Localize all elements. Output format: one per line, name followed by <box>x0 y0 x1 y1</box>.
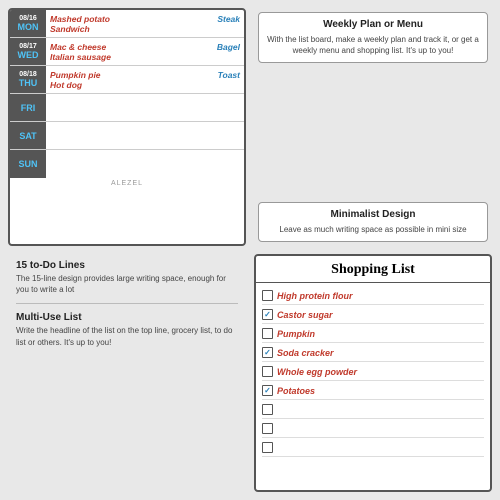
food-thu-main: Pumpkin pie <box>50 70 101 80</box>
features-divider <box>16 303 238 304</box>
shopping-item-3: Pumpkin <box>262 325 484 343</box>
multi-use-section: Multi-Use List Write the headline of the… <box>16 312 238 347</box>
item-text-1: High protein flour <box>277 291 353 301</box>
checkbox-3[interactable] <box>262 328 273 339</box>
checkbox-8[interactable] <box>262 423 273 434</box>
weekly-planner: 08/16 MON Mashed potato Steak Sandwich 0… <box>8 8 246 246</box>
info-panel: Weekly Plan or Menu With the list board,… <box>254 8 492 246</box>
shopping-list-title: Shopping List <box>256 256 490 283</box>
day-cell-mon: 08/16 MON <box>10 10 46 37</box>
weekly-plan-text: With the list board, make a weekly plan … <box>267 34 479 56</box>
weekly-plan-title: Weekly Plan or Menu <box>267 19 479 30</box>
content-wed: Mac & cheese Bagel Italian sausage <box>46 38 244 65</box>
checkbox-2[interactable] <box>262 309 273 320</box>
day-cell-fri: FRI <box>10 94 46 121</box>
planner-row-fri: FRI <box>10 94 244 122</box>
shopping-item-9: . <box>262 439 484 457</box>
shopping-item-2: Castor sugar <box>262 306 484 324</box>
food-line-thu-2: Hot dog <box>50 80 240 90</box>
food-mon-side: Steak <box>217 14 240 24</box>
item-text-3: Pumpkin <box>277 329 315 339</box>
content-sat <box>46 122 244 149</box>
todo-lines-title: 15 to-Do Lines <box>16 260 238 271</box>
shopping-item-7: . <box>262 401 484 419</box>
day-thu: THU <box>19 78 38 88</box>
food-line-thu-1: Pumpkin pie Toast <box>50 70 240 80</box>
content-thu: Pumpkin pie Toast Hot dog <box>46 66 244 93</box>
shopping-list: Shopping List High protein flour Castor … <box>254 254 492 492</box>
checkbox-4[interactable] <box>262 347 273 358</box>
features-panel: 15 to-Do Lines The 15-line design provid… <box>8 254 246 492</box>
planner-row-wed: 08/17 WED Mac & cheese Bagel Italian sau… <box>10 38 244 66</box>
todo-lines-section: 15 to-Do Lines The 15-line design provid… <box>16 260 238 295</box>
planner-row-sat: SAT <box>10 122 244 150</box>
day-cell-sun: SUN <box>10 150 46 178</box>
food-thu-sub: Hot dog <box>50 80 82 90</box>
minimalist-design-title: Minimalist Design <box>267 209 479 220</box>
food-wed-sub: Italian sausage <box>50 52 111 62</box>
day-wed: WED <box>18 50 39 60</box>
todo-lines-text: The 15-line design provides large writin… <box>16 273 238 295</box>
date-wed: 08/17 <box>19 43 37 50</box>
food-line-mon-2: Sandwich <box>50 24 240 34</box>
item-text-8: . <box>277 424 280 434</box>
brand-label: ALEZEL <box>10 178 244 189</box>
multi-use-title: Multi-Use List <box>16 312 238 323</box>
item-text-4: Soda cracker <box>277 348 334 358</box>
minimalist-design-box: Minimalist Design Leave as much writing … <box>258 202 488 242</box>
checkbox-6[interactable] <box>262 385 273 396</box>
day-cell-wed: 08/17 WED <box>10 38 46 65</box>
food-mon-main: Mashed potato <box>50 14 110 24</box>
day-cell-thu: 08/18 THU <box>10 66 46 93</box>
shopping-item-6: Potatoes <box>262 382 484 400</box>
food-mon-sub: Sandwich <box>50 24 90 34</box>
day-cell-sat: SAT <box>10 122 46 149</box>
content-mon: Mashed potato Steak Sandwich <box>46 10 244 37</box>
food-line-wed-2: Italian sausage <box>50 52 240 62</box>
item-text-9: . <box>277 443 280 453</box>
food-line-wed-1: Mac & cheese Bagel <box>50 42 240 52</box>
checkbox-1[interactable] <box>262 290 273 301</box>
food-wed-main: Mac & cheese <box>50 42 106 52</box>
shopping-items-container: High protein flour Castor sugar Pumpkin … <box>256 283 490 490</box>
day-mon: MON <box>18 22 39 32</box>
date-thu: 08/18 <box>19 71 37 78</box>
content-sun <box>46 150 244 178</box>
food-line-mon-1: Mashed potato Steak <box>50 14 240 24</box>
minimalist-design-text: Leave as much writing space as possible … <box>267 224 479 235</box>
weekly-plan-box: Weekly Plan or Menu With the list board,… <box>258 12 488 63</box>
planner-row-mon: 08/16 MON Mashed potato Steak Sandwich <box>10 10 244 38</box>
item-text-6: Potatoes <box>277 386 315 396</box>
shopping-item-4: Soda cracker <box>262 344 484 362</box>
planner-row-thu: 08/18 THU Pumpkin pie Toast Hot dog <box>10 66 244 94</box>
checkbox-5[interactable] <box>262 366 273 377</box>
item-text-2: Castor sugar <box>277 310 333 320</box>
checkbox-9[interactable] <box>262 442 273 453</box>
item-text-7: . <box>277 405 280 415</box>
multi-use-text: Write the headline of the list on the to… <box>16 325 238 347</box>
checkbox-7[interactable] <box>262 404 273 415</box>
shopping-item-5: Whole egg powder <box>262 363 484 381</box>
food-wed-side: Bagel <box>217 42 240 52</box>
shopping-item-8: . <box>262 420 484 438</box>
content-fri <box>46 94 244 121</box>
shopping-item-1: High protein flour <box>262 287 484 305</box>
planner-row-sun: SUN <box>10 150 244 178</box>
date-mon: 08/16 <box>19 15 37 22</box>
food-thu-side: Toast <box>218 70 240 80</box>
item-text-5: Whole egg powder <box>277 367 357 377</box>
